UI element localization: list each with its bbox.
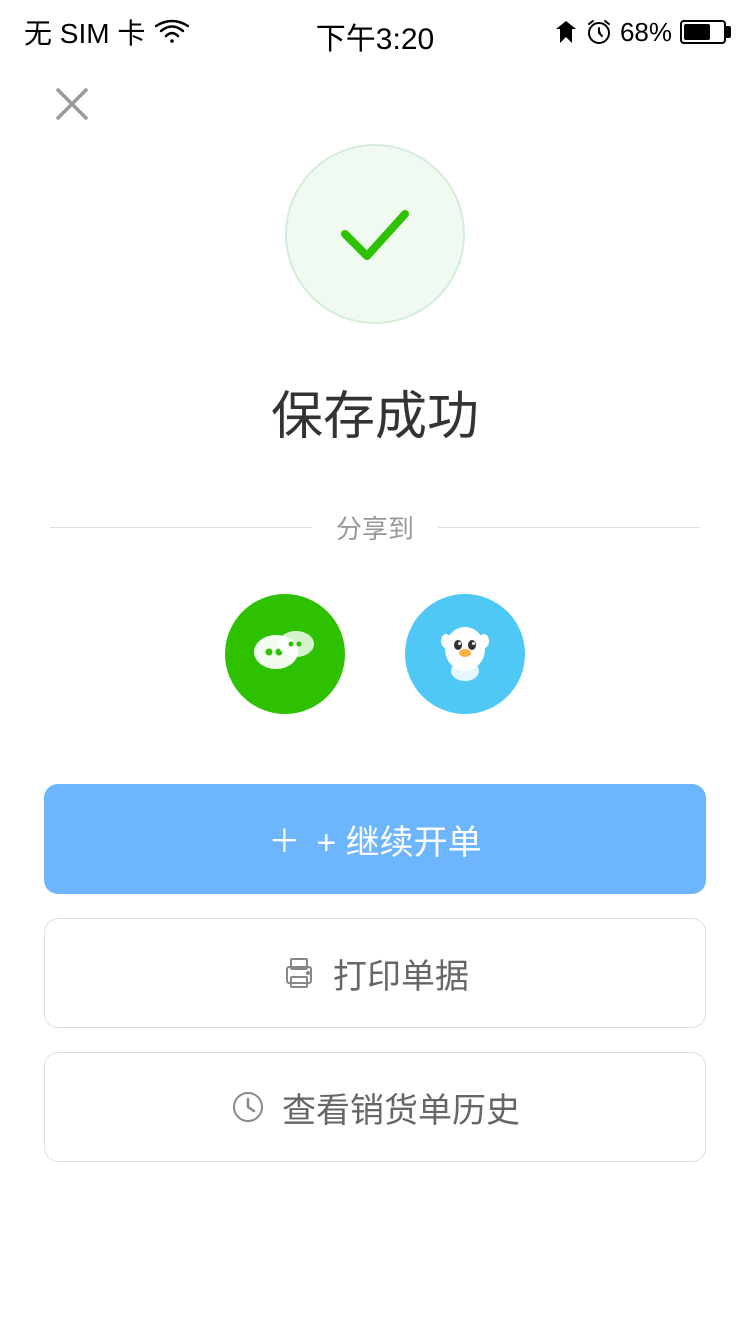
- divider-line-right: [438, 527, 700, 528]
- sim-status: 无 SIM 卡: [24, 12, 145, 52]
- close-button[interactable]: [44, 76, 100, 132]
- wifi-icon: [155, 19, 189, 45]
- status-bar: 无 SIM 卡 下午3:20 68%: [0, 0, 750, 64]
- qq-icon: [430, 619, 500, 689]
- qq-share-button[interactable]: [405, 594, 525, 714]
- history-label: 查看销货单历史: [282, 1083, 520, 1132]
- wechat-icon: [250, 624, 320, 684]
- close-icon: [54, 86, 90, 122]
- share-divider: 分享到: [0, 509, 750, 546]
- battery-icon: [680, 20, 726, 44]
- divider-line-left: [50, 527, 312, 528]
- status-bar-time: 下午3:20: [316, 14, 434, 58]
- print-icon: [281, 955, 317, 991]
- battery-percent: 68%: [620, 17, 672, 48]
- status-bar-right: 68%: [554, 17, 726, 48]
- success-circle: [285, 144, 465, 324]
- history-icon: [230, 1089, 266, 1125]
- action-buttons: ＋ + 继续开单 打印单据 查看销货单历史: [0, 784, 750, 1162]
- wechat-share-button[interactable]: [225, 594, 345, 714]
- success-title: 保存成功: [271, 374, 479, 449]
- continue-label: + 继续开单: [316, 815, 481, 864]
- status-bar-left: 无 SIM 卡: [24, 12, 189, 52]
- main-content: 保存成功 分享到: [0, 64, 750, 1162]
- share-label: 分享到: [336, 509, 414, 546]
- share-icons: [225, 594, 525, 714]
- history-button[interactable]: 查看销货单历史: [44, 1052, 706, 1162]
- print-button[interactable]: 打印单据: [44, 918, 706, 1028]
- print-label: 打印单据: [333, 949, 469, 998]
- alarm-icon: [586, 19, 612, 45]
- checkmark-icon: [330, 189, 420, 279]
- plus-icon: ＋: [268, 816, 300, 862]
- location-icon: [554, 19, 578, 45]
- continue-button[interactable]: ＋ + 继续开单: [44, 784, 706, 894]
